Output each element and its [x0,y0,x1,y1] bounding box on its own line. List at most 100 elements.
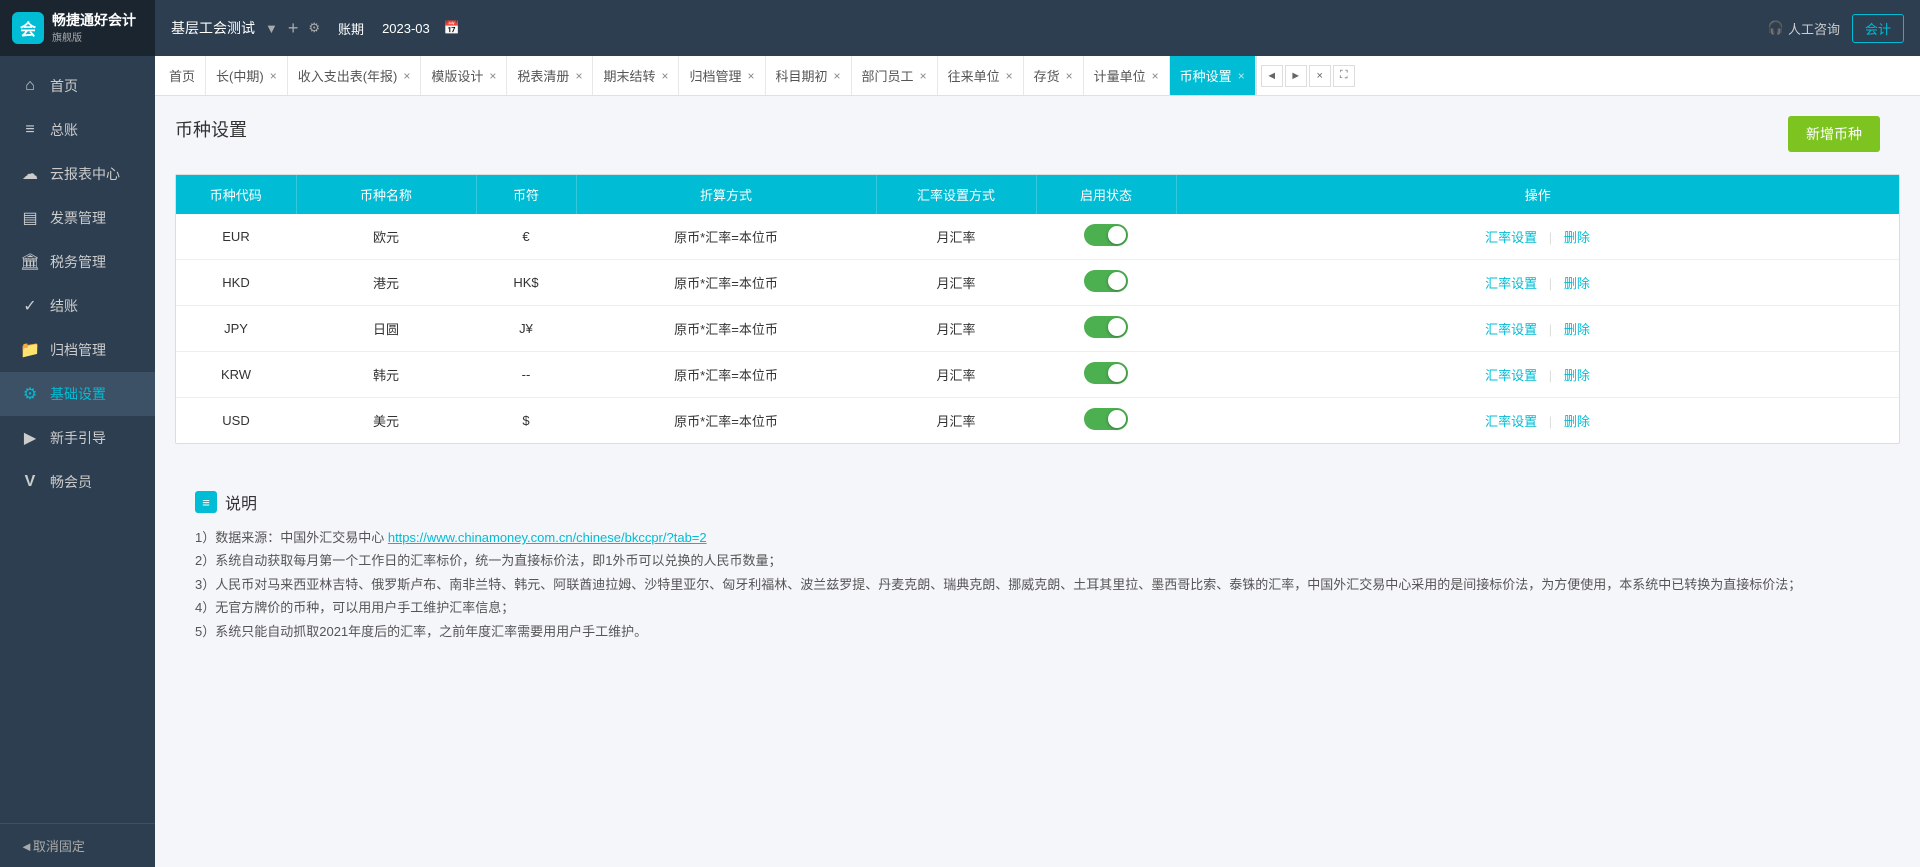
guide-icon: ▶ [20,428,40,448]
delete-link-USD[interactable]: 删除 [1564,414,1590,429]
tabs-prev-button[interactable]: ◄ [1261,65,1283,87]
tab-partners-label: 往来单位 [948,66,1000,85]
tab-subjects-close[interactable]: × [834,69,841,83]
delete-link-JPY[interactable]: 删除 [1564,322,1590,337]
tab-units-close[interactable]: × [1152,69,1159,83]
toggle-USD[interactable] [1084,408,1128,430]
member-icon: V [20,473,40,491]
sidebar-item-settings[interactable]: ⚙ 基础设置 [0,372,155,416]
invoice-icon: ▤ [20,208,40,228]
col-header-name: 币种名称 [296,175,476,214]
notes-link[interactable]: https://www.chinamoney.com.cn/chinese/bk… [388,530,707,545]
logo-name: 畅捷通好会计 [52,12,136,29]
sidebar-item-home[interactable]: ⌂ 首页 [0,64,155,108]
checkout-icon: ✓ [20,296,40,316]
toggle-KRW[interactable] [1084,362,1128,384]
tab-template[interactable]: 模版设计 × [421,56,507,96]
tab-currency-close[interactable]: × [1238,69,1245,83]
cell-action: 汇率设置 | 删除 [1176,306,1899,352]
tab-home-label: 首页 [169,66,195,85]
tab-archive-label: 归档管理 [689,66,741,85]
sidebar-item-ledger[interactable]: ≡ 总账 [0,108,155,152]
notes-list-item: 2）系统自动获取每月第一个工作日的汇率标价，统一为直接标价法，即1外币可以兑换的… [195,549,1880,572]
toggle-HKD[interactable] [1084,270,1128,292]
tab-partners-close[interactable]: × [1006,69,1013,83]
new-currency-button[interactable]: 新增币种 [1788,116,1880,152]
tab-home[interactable]: 首页 [159,56,206,96]
cell-rate-type: 月汇率 [876,398,1036,444]
tab-income-close[interactable]: × [403,69,410,83]
rate-setting-link-HKD[interactable]: 汇率设置 [1485,276,1537,291]
calendar-icon[interactable]: 📅 [444,20,460,36]
sidebar-item-reports[interactable]: ☁ 云报表中心 [0,152,155,196]
delete-link-KRW[interactable]: 删除 [1564,368,1590,383]
tab-tax-close[interactable]: × [575,69,582,83]
tab-archive-close[interactable]: × [748,69,755,83]
sidebar-item-archive[interactable]: 📁 归档管理 [0,328,155,372]
logo-icon: 会 [12,12,44,44]
page-title: 币种设置 [175,116,247,142]
cell-symbol: J¥ [476,306,576,352]
rate-setting-link-JPY[interactable]: 汇率设置 [1485,322,1537,337]
sidebar-item-label: 新手引导 [50,428,106,448]
company-dropdown-icon[interactable]: ▼ [265,21,278,36]
tab-inventory[interactable]: 存货 × [1024,56,1084,96]
sidebar-item-label: 归档管理 [50,340,106,360]
cell-action: 汇率设置 | 删除 [1176,260,1899,306]
tab-partners[interactable]: 往来单位 × [938,56,1024,96]
tabs-close-button[interactable]: × [1309,65,1331,87]
notes-list-item: 1）数据来源：中国外汇交易中心 https://www.chinamoney.c… [195,526,1880,549]
notes-title: 说明 [225,490,257,514]
tab-period-end-close[interactable]: × [661,69,668,83]
add-tab-button[interactable]: + [288,18,299,39]
tab-income[interactable]: 收入支出表(年报) × [288,56,422,96]
tab-template-label: 模版设计 [431,66,483,85]
toggle-JPY[interactable] [1084,316,1128,338]
tab-template-close[interactable]: × [489,69,496,83]
delete-link-HKD[interactable]: 删除 [1564,276,1590,291]
rate-setting-link-KRW[interactable]: 汇率设置 [1485,368,1537,383]
settings-icon: ⚙ [20,384,40,404]
sidebar-item-guide[interactable]: ▶ 新手引导 [0,416,155,460]
tab-archive[interactable]: 归档管理 × [679,56,765,96]
sidebar-item-invoice[interactable]: ▤ 发票管理 [0,196,155,240]
cell-name: 港元 [296,260,476,306]
cell-code: JPY [176,306,296,352]
tab-period[interactable]: 长(中期) × [206,56,288,96]
cell-code: KRW [176,352,296,398]
sidebar-item-checkout[interactable]: ✓ 结账 [0,284,155,328]
tab-period-close[interactable]: × [270,69,277,83]
tab-currency-label: 币种设置 [1180,66,1232,85]
tab-dept[interactable]: 部门员工 × [852,56,938,96]
tab-units-label: 计量单位 [1094,66,1146,85]
header-right: 🎧 人工咨询 会计 [1768,14,1904,43]
tab-tax[interactable]: 税表清册 × [507,56,593,96]
tab-period-end[interactable]: 期末结转 × [593,56,679,96]
cell-symbol: € [476,214,576,260]
table-row: USD 美元 $ 原币*汇率=本位币 月汇率 汇率设置 | 删除 [176,398,1899,444]
tabs-next-button[interactable]: ► [1285,65,1307,87]
rate-setting-link-USD[interactable]: 汇率设置 [1485,414,1537,429]
tab-currency[interactable]: 币种设置 × [1170,56,1256,96]
period-value: 2023-03 [382,21,430,36]
consult-button[interactable]: 🎧 人工咨询 [1768,19,1840,38]
unpin-button[interactable]: ◄取消固定 [0,823,155,867]
cell-action: 汇率设置 | 删除 [1176,214,1899,260]
action-separator: | [1549,322,1552,337]
table-row: EUR 欧元 € 原币*汇率=本位币 月汇率 汇率设置 | 删除 [176,214,1899,260]
tab-dept-close[interactable]: × [920,69,927,83]
cell-rate-type: 月汇率 [876,352,1036,398]
action-separator: | [1549,230,1552,245]
tab-subjects[interactable]: 科目期初 × [766,56,852,96]
tabs-expand-button[interactable]: ⛶ [1333,65,1355,87]
rate-setting-link-EUR[interactable]: 汇率设置 [1485,230,1537,245]
tab-inventory-close[interactable]: × [1066,69,1073,83]
toggle-EUR[interactable] [1084,224,1128,246]
delete-link-EUR[interactable]: 删除 [1564,230,1590,245]
settings-gear-icon[interactable]: ⚙ [308,20,320,36]
sidebar-item-tax[interactable]: 🏛 税务管理 [0,240,155,284]
tab-units[interactable]: 计量单位 × [1084,56,1170,96]
sidebar-item-member[interactable]: V 畅会员 [0,460,155,504]
company-name: 基层工会测试 [171,18,255,38]
kuaiji-button[interactable]: 会计 [1852,14,1904,43]
